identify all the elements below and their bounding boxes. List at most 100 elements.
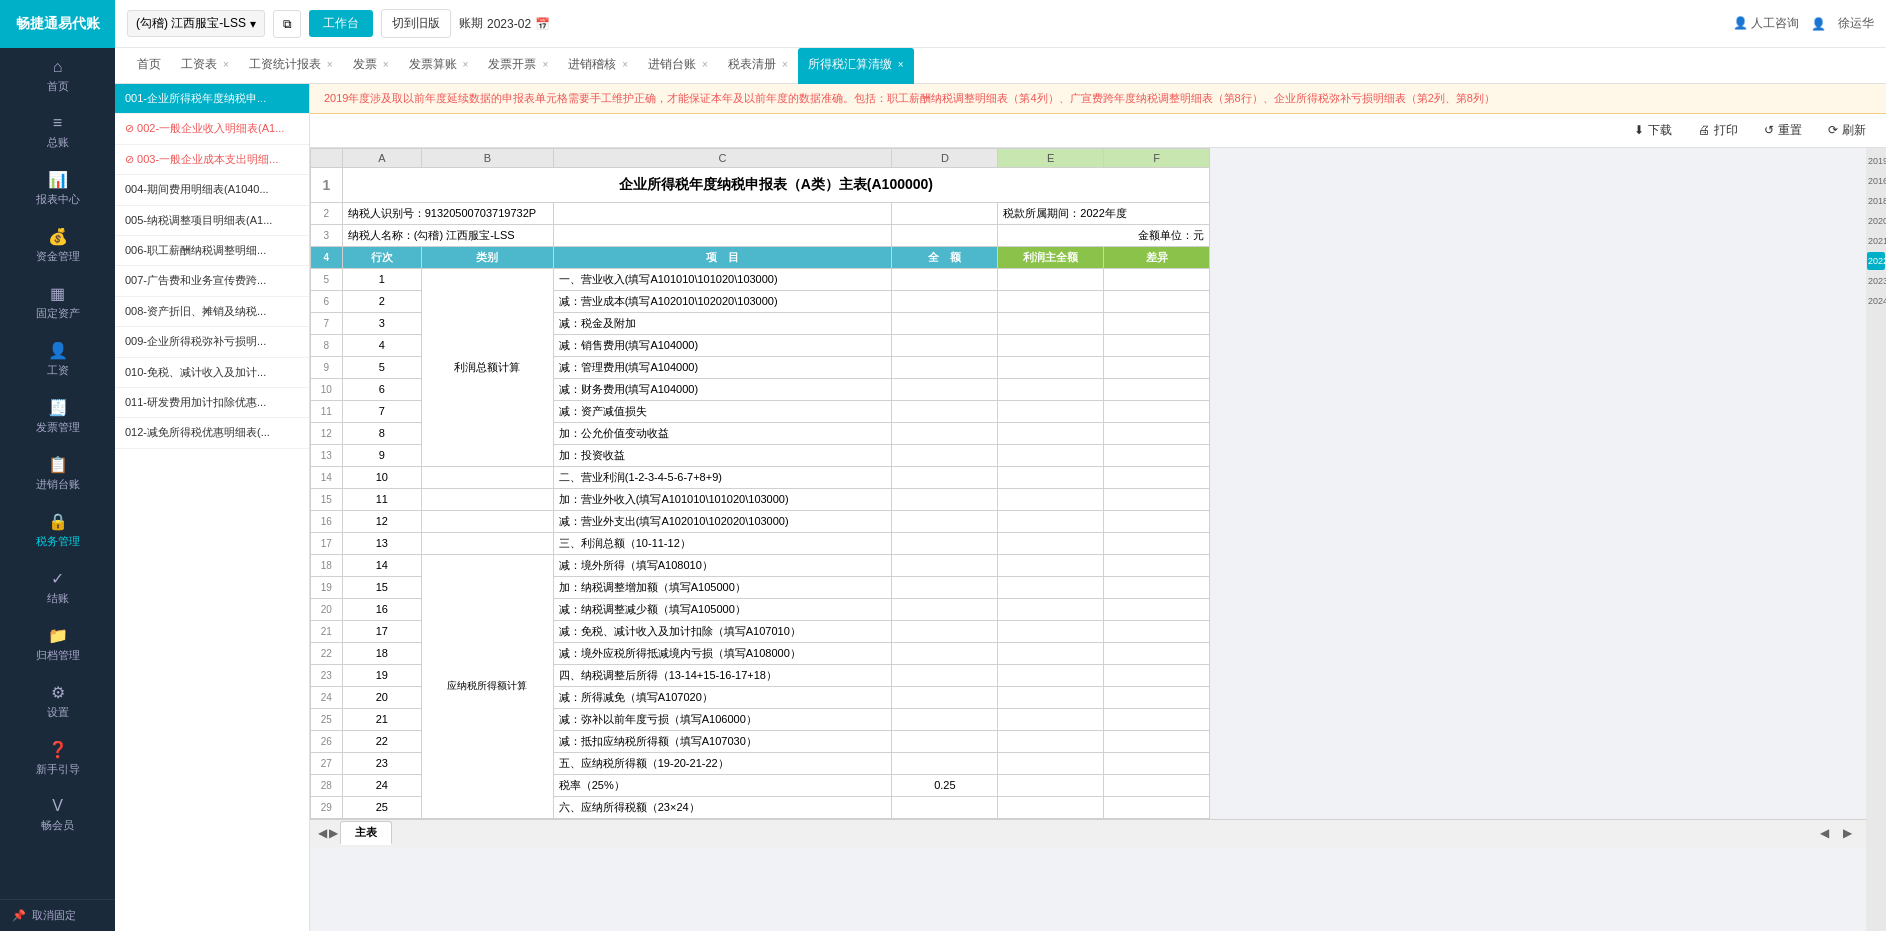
table-row: 5 1 利润总额计算 一、营业收入(填写A101010\101020\10300…: [311, 268, 1210, 290]
close-tab-purchase-ledger[interactable]: ×: [702, 59, 708, 70]
sidebar-item-settings[interactable]: ⚙ 设置: [0, 673, 115, 730]
close-tab-salary-stat[interactable]: ×: [327, 59, 333, 70]
list-item-008[interactable]: 008-资产折旧、摊销及纳税...: [115, 297, 309, 327]
tab-salary[interactable]: 工资表×: [171, 48, 239, 84]
list-item-009[interactable]: 009-企业所得税弥补亏损明...: [115, 327, 309, 357]
sidebar-item-member[interactable]: V 畅会员: [0, 787, 115, 843]
scroll-left-icon[interactable]: ◀: [1814, 824, 1835, 842]
timeline-2016[interactable]: 2016: [1867, 172, 1885, 190]
tab-purchase-check[interactable]: 进销稽核×: [558, 48, 638, 84]
unpin-label: 取消固定: [32, 908, 76, 923]
sidebar-item-guide[interactable]: ❓ 新手引导: [0, 730, 115, 787]
download-button[interactable]: ⬇ 下载: [1628, 119, 1678, 142]
col-c-header: C: [553, 148, 892, 167]
workbench-button[interactable]: 工作台: [309, 10, 373, 37]
list-item-004[interactable]: 004-期间费用明细表(A1040...: [115, 175, 309, 205]
refresh-button[interactable]: ⟳ 刷新: [1822, 119, 1872, 142]
list-item-012[interactable]: 012-减免所得税优惠明细表(...: [115, 418, 309, 448]
timeline-2023[interactable]: 2023: [1867, 272, 1885, 290]
timeline-2019[interactable]: 2019: [1867, 152, 1885, 170]
timeline-2021[interactable]: 2021: [1867, 232, 1885, 250]
list-item-006[interactable]: 006-职工薪酬纳税调整明细...: [115, 236, 309, 266]
tab-income-tax[interactable]: 所得税汇算清缴×: [798, 48, 914, 84]
next-sheet-icon[interactable]: ▶: [329, 826, 338, 840]
toolbar: ⬇ 下载 🖨 打印 ↺ 重置 ⟳ 刷新: [310, 114, 1886, 148]
tax-icon: 🔒: [48, 512, 68, 531]
sheet-navigation: ◀ ▶: [1814, 824, 1858, 842]
sidebar-item-home[interactable]: ⌂ 首页: [0, 48, 115, 104]
list-item-010[interactable]: 010-免税、减计收入及加计...: [115, 358, 309, 388]
guide-icon: ❓: [48, 740, 68, 759]
sidebar-label-tax: 税务管理: [36, 534, 80, 549]
switch-old-button[interactable]: 切到旧版: [381, 9, 451, 38]
sidebar-item-tax[interactable]: 🔒 税务管理: [0, 502, 115, 559]
warning-bar: 2019年度涉及取以前年度延续数据的申报表单元格需要手工维护正确，才能保证本年及…: [310, 84, 1886, 114]
sidebar-label-settings: 设置: [47, 705, 69, 720]
close-tab-invoice-open[interactable]: ×: [542, 59, 548, 70]
member-icon: V: [52, 797, 63, 815]
sidebar-item-invoice[interactable]: 🧾 发票管理: [0, 388, 115, 445]
table-row: 15 11 加：营业外收入(填写A101010\101020\103000): [311, 488, 1210, 510]
sidebar-label-member: 畅会员: [41, 818, 74, 833]
tax-period-label: 税款所属期间：2022年度: [998, 202, 1210, 224]
list-item-005[interactable]: 005-纳税调整项目明细表(A1...: [115, 206, 309, 236]
list-item-002[interactable]: 002-一般企业收入明细表(A1...: [115, 114, 309, 144]
close-tab-invoice-calc[interactable]: ×: [463, 59, 469, 70]
list-item-011[interactable]: 011-研发费用加计扣除优惠...: [115, 388, 309, 418]
close-tab-tax-report[interactable]: ×: [782, 59, 788, 70]
sidebar-item-finance[interactable]: 💰 资金管理: [0, 217, 115, 274]
unpin-button[interactable]: 📌 取消固定: [0, 900, 115, 931]
reset-button[interactable]: ↺ 重置: [1758, 119, 1808, 142]
copy-button[interactable]: ⧉: [273, 10, 301, 38]
col-e-header: E: [998, 148, 1104, 167]
tab-invoice-calc[interactable]: 发票算账×: [399, 48, 479, 84]
timeline-2022[interactable]: 2022: [1867, 252, 1885, 270]
tab-invoice[interactable]: 发票×: [343, 48, 399, 84]
topbar-right: 👤 人工咨询 👤 徐运华: [1733, 15, 1874, 32]
archive-icon: 📁: [48, 626, 68, 645]
sidebar-label-home: 首页: [47, 79, 69, 94]
tab-salary-stat[interactable]: 工资统计报表×: [239, 48, 343, 84]
timeline-2020[interactable]: 2020: [1867, 212, 1885, 230]
timeline-2024[interactable]: 2024: [1867, 292, 1885, 310]
table-row: 18 14 应纳税所得额计算 减：境外所得（填写A108010）: [311, 554, 1210, 576]
taxpayer-id-label: 纳税人识别号：91320500703719732P: [342, 202, 553, 224]
close-tab-invoice[interactable]: ×: [383, 59, 389, 70]
header-profit: 利润主全额: [998, 246, 1104, 268]
calendar-icon[interactable]: 📅: [535, 17, 550, 31]
ledger-icon: ≡: [53, 114, 62, 132]
close-tab-purchase-check[interactable]: ×: [622, 59, 628, 70]
row-num-header: [311, 148, 343, 167]
list-item-001[interactable]: 001-企业所得税年度纳税申...: [115, 84, 309, 114]
sheet-main[interactable]: A B C D E F 1 企业所: [310, 148, 1866, 932]
sidebar-item-salary[interactable]: 👤 工资: [0, 331, 115, 388]
list-item-007[interactable]: 007-广告费和业务宣传费跨...: [115, 266, 309, 296]
tab-home[interactable]: 首页: [127, 48, 171, 84]
sidebar-item-close[interactable]: ✓ 结账: [0, 559, 115, 616]
close-tab-income-tax[interactable]: ×: [898, 59, 904, 70]
prev-sheet-icon[interactable]: ◀: [318, 826, 327, 840]
close-tab-salary[interactable]: ×: [223, 59, 229, 70]
sidebar-item-purchase-sales[interactable]: 📋 进销台账: [0, 445, 115, 502]
line-1: 1: [342, 268, 421, 290]
main-area: (勾稽) 江西服宝-LSS ▾ ⧉ 工作台 切到旧版 账期 2023-02 📅 …: [115, 0, 1886, 931]
list-item-003[interactable]: 003-一般企业成本支出明细...: [115, 145, 309, 175]
timeline-2018[interactable]: 2018: [1867, 192, 1885, 210]
tab-invoice-open[interactable]: 发票开票×: [478, 48, 558, 84]
company-selector[interactable]: (勾稽) 江西服宝-LSS ▾: [127, 10, 265, 37]
sidebar-item-assets[interactable]: ▦ 固定资产: [0, 274, 115, 331]
print-button[interactable]: 🖨 打印: [1692, 119, 1744, 142]
finance-icon: 💰: [48, 227, 68, 246]
scroll-right-icon[interactable]: ▶: [1837, 824, 1858, 842]
sidebar-label-close: 结账: [47, 591, 69, 606]
sheet-tab-main[interactable]: 主表: [340, 821, 392, 845]
sidebar-item-report[interactable]: 📊 报表中心: [0, 160, 115, 217]
sidebar-label-ledger: 总账: [47, 135, 69, 150]
sidebar-item-ledger[interactable]: ≡ 总账: [0, 104, 115, 160]
download-icon: ⬇: [1634, 123, 1644, 137]
user-query-button[interactable]: 👤 人工咨询: [1733, 15, 1799, 32]
tab-purchase-ledger[interactable]: 进销台账×: [638, 48, 718, 84]
right-panel: 2019年度涉及取以前年度延续数据的申报表单元格需要手工维护正确，才能保证本年及…: [310, 84, 1886, 931]
sidebar-item-archive[interactable]: 📁 归档管理: [0, 616, 115, 673]
tab-tax-report[interactable]: 税表清册×: [718, 48, 798, 84]
